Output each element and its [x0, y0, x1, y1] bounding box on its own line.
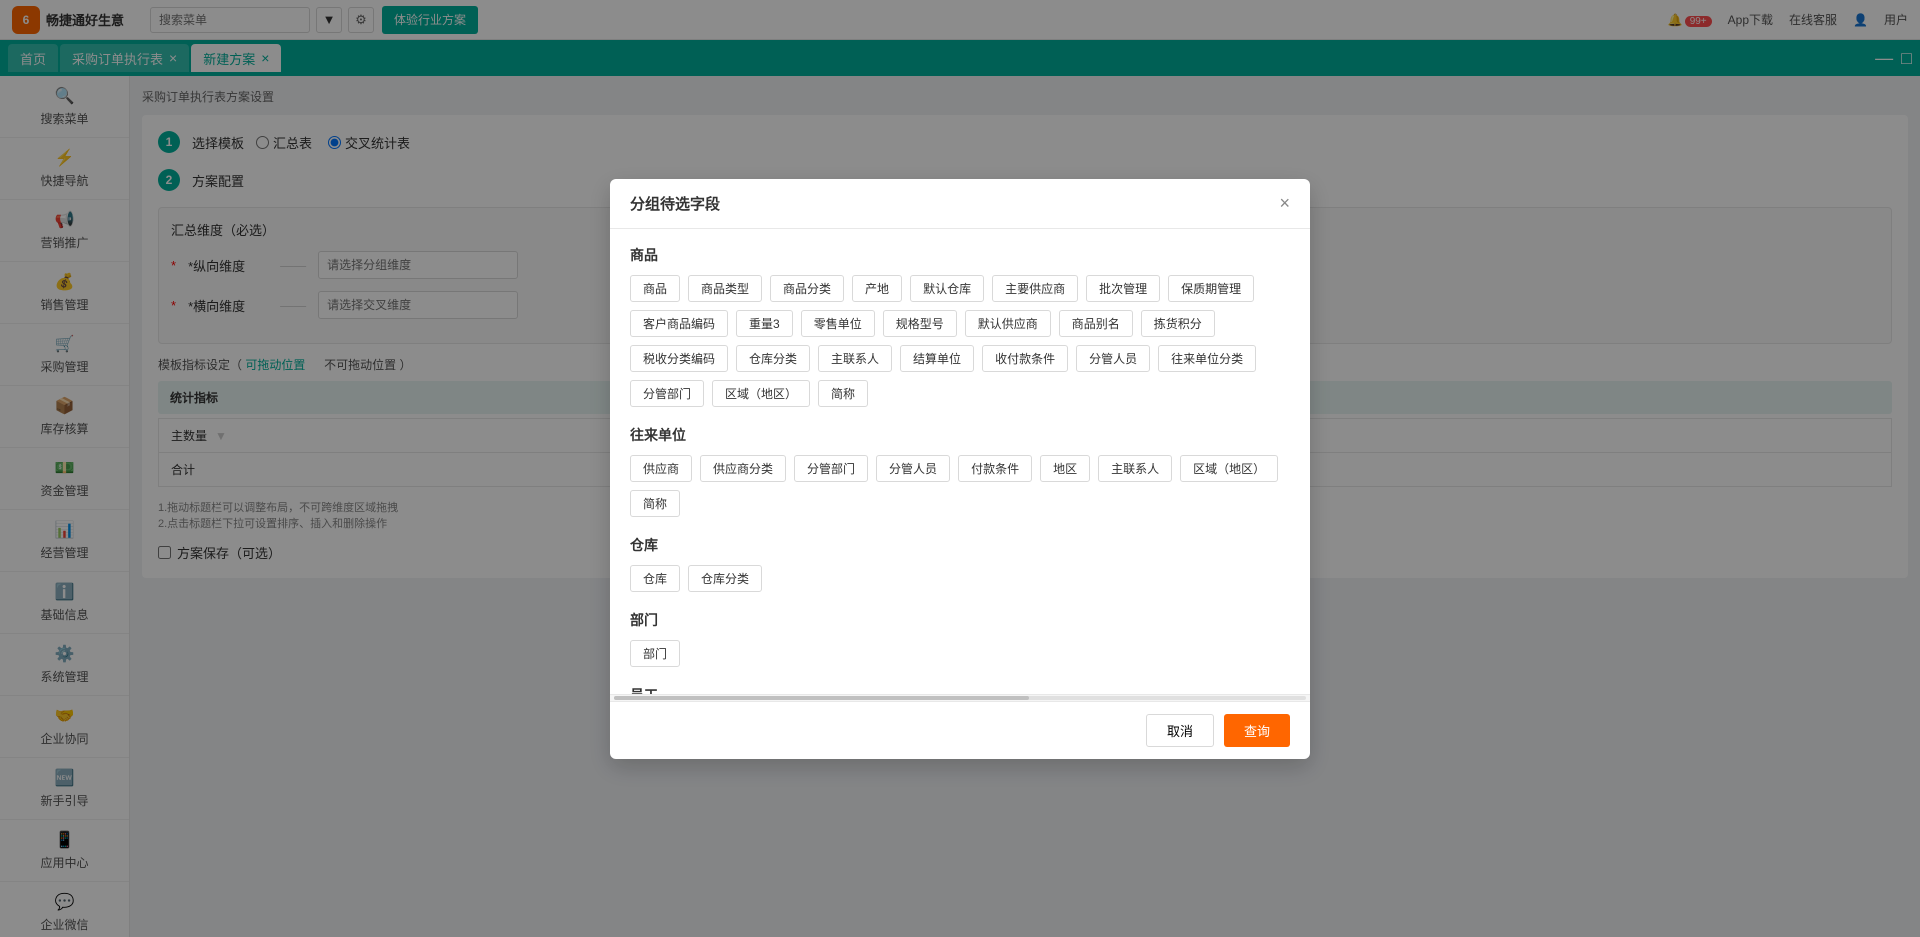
field-region-area[interactable]: 区域（地区）	[712, 380, 810, 407]
confirm-button[interactable]: 查询	[1224, 714, 1290, 747]
field-warehouse-cat[interactable]: 仓库分类	[688, 565, 762, 592]
field-pick-points[interactable]: 拣货积分	[1141, 310, 1215, 337]
field-dept[interactable]: 部门	[630, 640, 680, 667]
field-select-modal: 分组待选字段 × 商品 商品 商品类型 商品分类 产地 默认仓库 主要供应商 批…	[610, 179, 1310, 759]
cancel-button[interactable]: 取消	[1146, 714, 1214, 747]
modal-overlay: 分组待选字段 × 商品 商品 商品类型 商品分类 产地 默认仓库 主要供应商 批…	[0, 0, 1920, 937]
field-warehouse-category[interactable]: 仓库分类	[736, 345, 810, 372]
section-dept-fields: 部门	[630, 640, 1290, 667]
field-settlement-unit[interactable]: 结算单位	[900, 345, 974, 372]
modal-header: 分组待选字段 ×	[610, 179, 1310, 229]
section-warehouse-title: 仓库	[630, 535, 1290, 555]
section-warehouse-fields: 仓库 仓库分类	[630, 565, 1290, 592]
field-expiry-mgmt[interactable]: 保质期管理	[1168, 275, 1254, 302]
field-default-warehouse[interactable]: 默认仓库	[910, 275, 984, 302]
field-partner-payment[interactable]: 付款条件	[958, 455, 1032, 482]
field-goods-type[interactable]: 商品类型	[688, 275, 762, 302]
field-partner-area[interactable]: 区域（地区）	[1180, 455, 1278, 482]
field-warehouse[interactable]: 仓库	[630, 565, 680, 592]
field-payment-terms[interactable]: 收付款条件	[982, 345, 1068, 372]
field-dept-manage[interactable]: 分管部门	[630, 380, 704, 407]
section-employee: 员工 业务员	[630, 685, 1290, 695]
field-partner-shortname[interactable]: 简称	[630, 490, 680, 517]
section-partner-title: 往来单位	[630, 425, 1290, 445]
field-short-name[interactable]: 简称	[818, 380, 868, 407]
field-default-supplier[interactable]: 默认供应商	[965, 310, 1051, 337]
field-partner-region[interactable]: 地区	[1040, 455, 1090, 482]
modal-body: 商品 商品 商品类型 商品分类 产地 默认仓库 主要供应商 批次管理 保质期管理…	[610, 229, 1310, 695]
section-goods-title: 商品	[630, 245, 1290, 265]
section-employee-title: 员工	[630, 685, 1290, 695]
field-tax-code[interactable]: 税收分类编码	[630, 345, 728, 372]
field-supplier[interactable]: 供应商	[630, 455, 692, 482]
section-warehouse: 仓库 仓库 仓库分类	[630, 535, 1290, 592]
section-goods-fields: 商品 商品类型 商品分类 产地 默认仓库 主要供应商 批次管理 保质期管理 客户…	[630, 275, 1290, 407]
field-weight3[interactable]: 重量3	[736, 310, 793, 337]
field-partner-dept[interactable]: 分管部门	[794, 455, 868, 482]
field-goods-category[interactable]: 商品分类	[770, 275, 844, 302]
field-spec-model[interactable]: 规格型号	[883, 310, 957, 337]
field-retail-unit[interactable]: 零售单位	[801, 310, 875, 337]
field-partner-category[interactable]: 往来单位分类	[1158, 345, 1256, 372]
section-dept: 部门 部门	[630, 610, 1290, 667]
field-partner-manager[interactable]: 分管人员	[876, 455, 950, 482]
section-goods: 商品 商品 商品类型 商品分类 产地 默认仓库 主要供应商 批次管理 保质期管理…	[630, 245, 1290, 407]
field-main-supplier[interactable]: 主要供应商	[992, 275, 1078, 302]
modal-close-btn[interactable]: ×	[1279, 193, 1290, 214]
field-goods-alias[interactable]: 商品别名	[1059, 310, 1133, 337]
field-goods[interactable]: 商品	[630, 275, 680, 302]
section-partner: 往来单位 供应商 供应商分类 分管部门 分管人员 付款条件 地区 主联系人 区域…	[630, 425, 1290, 517]
field-partner-contact[interactable]: 主联系人	[1098, 455, 1172, 482]
field-supplier-category[interactable]: 供应商分类	[700, 455, 786, 482]
modal-footer: 取消 查询	[610, 701, 1310, 759]
field-batch-mgmt[interactable]: 批次管理	[1086, 275, 1160, 302]
field-origin[interactable]: 产地	[852, 275, 902, 302]
section-dept-title: 部门	[630, 610, 1290, 630]
modal-title: 分组待选字段	[630, 193, 720, 214]
section-partner-fields: 供应商 供应商分类 分管部门 分管人员 付款条件 地区 主联系人 区域（地区） …	[630, 455, 1290, 517]
field-main-contact[interactable]: 主联系人	[818, 345, 892, 372]
modal-hscroll[interactable]	[610, 694, 1310, 700]
field-manager[interactable]: 分管人员	[1076, 345, 1150, 372]
field-customer-code[interactable]: 客户商品编码	[630, 310, 728, 337]
